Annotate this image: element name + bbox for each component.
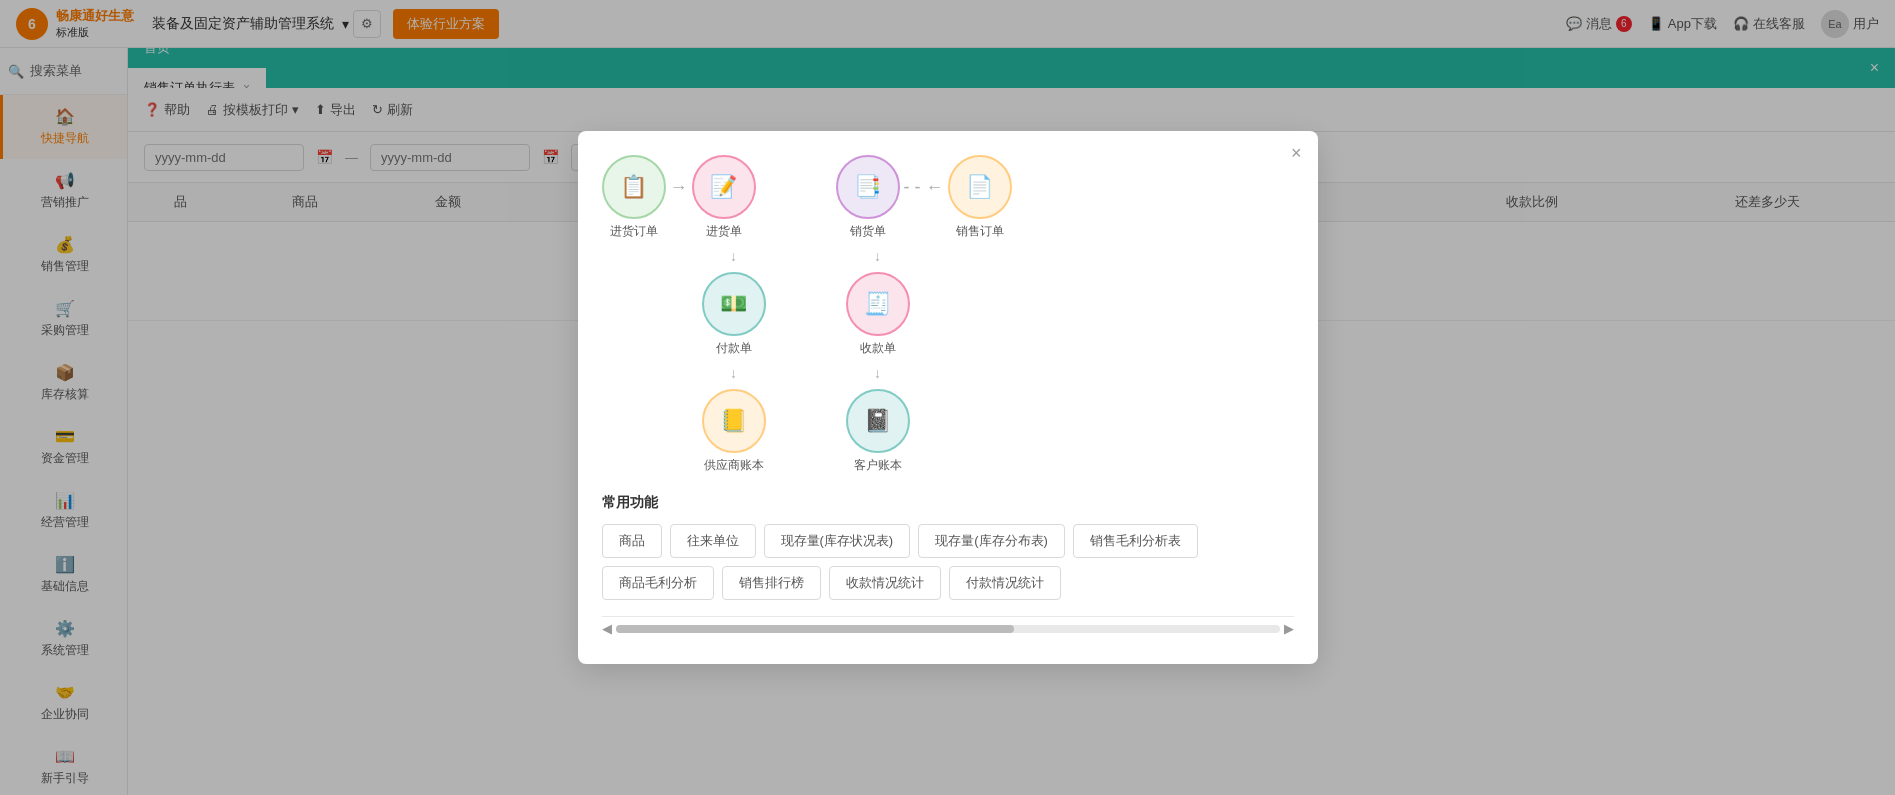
customer-ledger-icon: 📓 (846, 389, 910, 453)
arrow-right-1: → (670, 177, 688, 218)
flow-node-supplier-ledger: ↓ 📒 供应商账本 (702, 365, 766, 474)
sales-bill-label: 销货单 (850, 223, 886, 240)
overlay[interactable]: × 📋 进货订单 → 📝 进货单 (0, 0, 1895, 795)
flow-node-sales-order: 📄 销售订单 (948, 155, 1012, 240)
receipt-icon: 🧾 (846, 272, 910, 336)
func-button[interactable]: 往来单位 (670, 524, 756, 558)
flow-node-receipt: ↓ 🧾 收款单 (846, 248, 910, 357)
arrow-down-customer: ↓ (874, 365, 881, 381)
scroll-track[interactable] (616, 625, 1280, 633)
sales-order-label: 销售订单 (956, 223, 1004, 240)
customer-ledger-label: 客户账本 (854, 457, 902, 474)
scroll-left-icon[interactable]: ◀ (602, 621, 612, 636)
func-button[interactable]: 付款情况统计 (949, 566, 1061, 600)
flow-chart: 📋 进货订单 → 📝 进货单 📑 销货单 - - ← (602, 155, 1294, 474)
purchase-order-label: 进货订单 (610, 223, 658, 240)
flow-node-customer-ledger: ↓ 📓 客户账本 (846, 365, 910, 474)
flow-node-sales-bill: 📑 销货单 (836, 155, 900, 240)
sales-bill-icon: 📑 (836, 155, 900, 219)
func-button[interactable]: 销售排行榜 (722, 566, 821, 600)
supplier-ledger-icon: 📒 (702, 389, 766, 453)
scroll-right-icon[interactable]: ▶ (1284, 621, 1294, 636)
flow-node-purchase-bill: 📝 进货单 (692, 155, 756, 240)
common-functions-title: 常用功能 (602, 494, 1294, 512)
modal-dialog: × 📋 进货订单 → 📝 进货单 (578, 131, 1318, 664)
payment-icon: 💵 (702, 272, 766, 336)
func-button[interactable]: 商品 (602, 524, 662, 558)
purchase-bill-icon: 📝 (692, 155, 756, 219)
func-button[interactable]: 现存量(库存分布表) (918, 524, 1065, 558)
supplier-ledger-label: 供应商账本 (704, 457, 764, 474)
modal-close-button[interactable]: × (1291, 143, 1302, 164)
func-button[interactable]: 销售毛利分析表 (1073, 524, 1198, 558)
arrow-down-receipt: ↓ (874, 248, 881, 264)
common-functions-section: 常用功能 商品往来单位现存量(库存状况表)现存量(库存分布表)销售毛利分析表商品… (602, 494, 1294, 600)
arrow-down-supplier: ↓ (730, 365, 737, 381)
func-button[interactable]: 商品毛利分析 (602, 566, 714, 600)
receipt-label: 收款单 (860, 340, 896, 357)
scroll-area[interactable]: ◀ ▶ (602, 616, 1294, 640)
payment-label: 付款单 (716, 340, 752, 357)
func-buttons-grid: 商品往来单位现存量(库存状况表)现存量(库存分布表)销售毛利分析表商品毛利分析销… (602, 524, 1294, 600)
scroll-thumb[interactable] (616, 625, 1014, 633)
flow-node-payment: ↓ 💵 付款单 (702, 248, 766, 357)
sales-order-icon: 📄 (948, 155, 1012, 219)
flow-node-purchase-order: 📋 进货订单 (602, 155, 666, 240)
func-button[interactable]: 收款情况统计 (829, 566, 941, 600)
purchase-order-icon: 📋 (602, 155, 666, 219)
arrow-dashed-left: - - ← (904, 177, 944, 218)
func-button[interactable]: 现存量(库存状况表) (764, 524, 911, 558)
arrow-down-payment: ↓ (730, 248, 737, 264)
purchase-bill-label: 进货单 (706, 223, 742, 240)
